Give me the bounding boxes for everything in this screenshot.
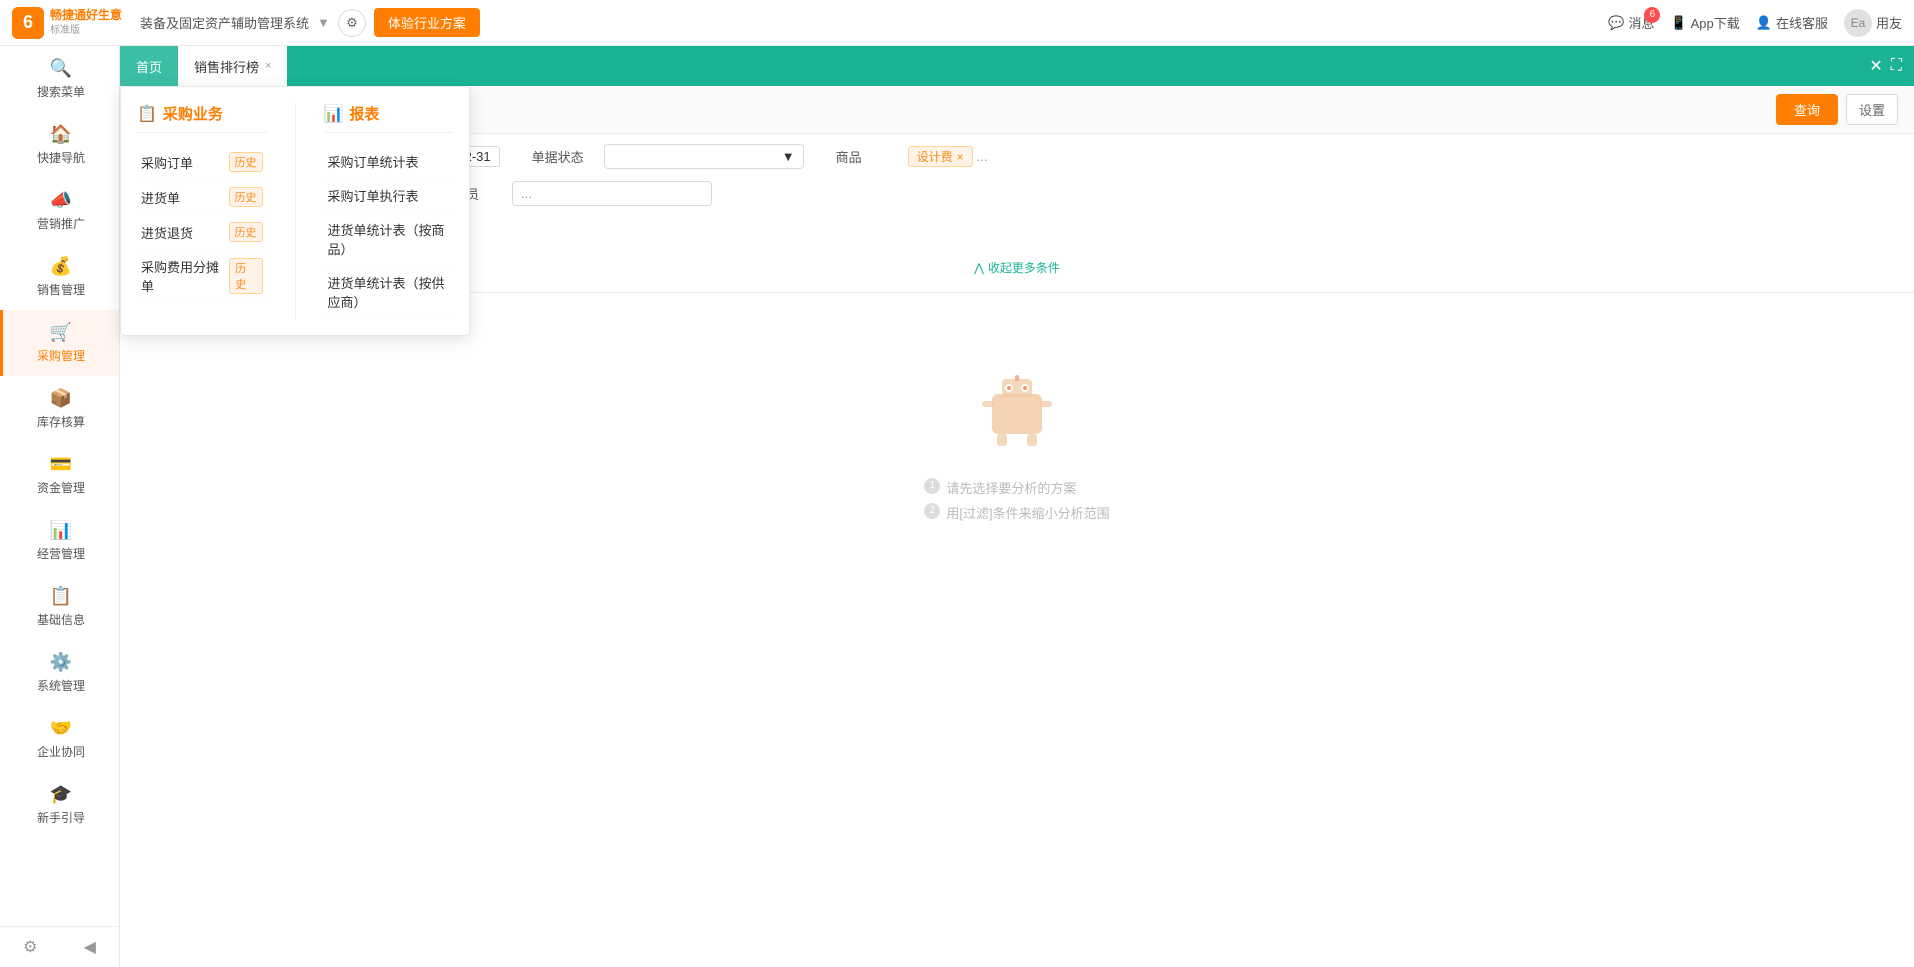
dropdown-item-incoming-stat-supplier[interactable]: 进货单统计表（按供应商）	[324, 266, 454, 319]
dropdown-cols: 📋 采购业务 采购订单 历史 进货单 历史 进货退货 历史 采购费用分摊单 历史	[137, 103, 453, 319]
dropdown-divider	[295, 103, 296, 319]
dropdown-item-purchase-order[interactable]: 采购订单 历史	[137, 145, 267, 180]
reports-col-icon: 📊	[324, 104, 344, 124]
dropdown-menu: 📋 采购业务 采购订单 历史 进货单 历史 进货退货 历史 采购费用分摊单 历史	[120, 86, 470, 336]
incoming-stat-supplier-label: 进货单统计表（按供应商）	[328, 273, 450, 311]
incoming-badge: 历史	[229, 187, 263, 207]
incoming-label: 进货单	[141, 188, 180, 207]
order-exec-label: 采购订单执行表	[328, 186, 419, 205]
purchase-order-label: 采购订单	[141, 153, 193, 172]
purchase-col-icon: 📋	[137, 104, 157, 124]
dropdown-col-reports: 📊 报表 采购订单统计表 采购订单执行表 进货单统计表（按商品） 进货单统计表（…	[324, 103, 454, 319]
cost-alloc-badge: 历史	[229, 258, 262, 294]
purchase-order-badge: 历史	[229, 152, 263, 172]
dropdown-item-return[interactable]: 进货退货 历史	[137, 215, 267, 250]
dropdown-item-incoming-stat-goods[interactable]: 进货单统计表（按商品）	[324, 213, 454, 266]
cost-alloc-label: 采购费用分摊单	[141, 257, 229, 295]
dropdown-item-cost-alloc[interactable]: 采购费用分摊单 历史	[137, 250, 267, 303]
dropdown-col1-title-text: 采购业务	[163, 103, 223, 124]
dropdown-col-purchase: 📋 采购业务 采购订单 历史 进货单 历史 进货退货 历史 采购费用分摊单 历史	[137, 103, 267, 319]
dropdown-item-order-stat[interactable]: 采购订单统计表	[324, 145, 454, 179]
dropdown-col2-title-text: 报表	[349, 103, 379, 124]
incoming-stat-goods-label: 进货单统计表（按商品）	[328, 220, 450, 258]
return-badge: 历史	[229, 222, 263, 242]
dropdown-item-incoming[interactable]: 进货单 历史	[137, 180, 267, 215]
return-label: 进货退货	[141, 223, 193, 242]
dropdown-col1-title: 📋 采购业务	[137, 103, 267, 133]
dropdown-item-order-exec[interactable]: 采购订单执行表	[324, 179, 454, 213]
dropdown-col2-title: 📊 报表	[324, 103, 454, 133]
order-stat-label: 采购订单统计表	[328, 152, 419, 171]
